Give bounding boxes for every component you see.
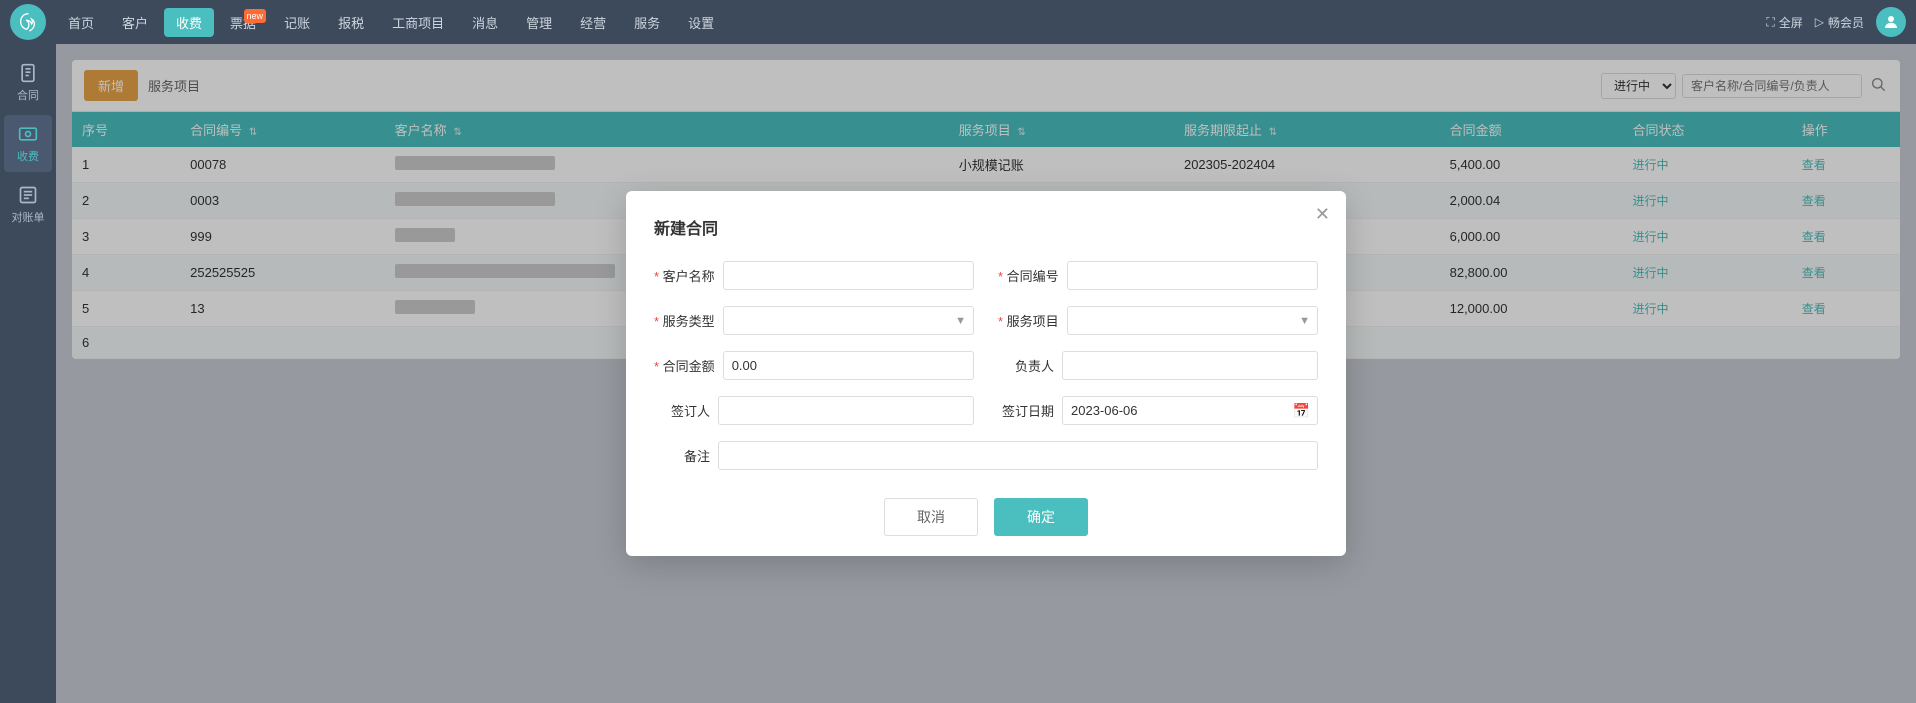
sidebar-item-statement[interactable]: 对账单 (4, 176, 52, 233)
list-icon (17, 184, 39, 206)
main-layout: 合同 收费 对账单 新增 服务项目 进行中 已完成 (0, 44, 1916, 703)
dialog-close-button[interactable]: ✕ (1315, 205, 1330, 223)
nav-business[interactable]: 工商项目 (380, 8, 456, 37)
dialog-overlay: 新建合同 ✕ 客户名称 合同编号 服务类型 (56, 44, 1916, 703)
member-button[interactable]: ▷ 畅会员 (1815, 14, 1864, 31)
form-grid: 客户名称 合同编号 服务类型 ▼ (654, 261, 1318, 470)
money-icon (17, 123, 39, 145)
sign-date-input[interactable] (1062, 396, 1318, 425)
remarks-label: 备注 (654, 446, 710, 465)
nav-tax[interactable]: 报税 (326, 8, 376, 37)
signer-input[interactable] (718, 396, 974, 425)
customer-input[interactable] (723, 261, 974, 290)
contract-no-label: 合同编号 (998, 266, 1059, 285)
service-type-field-row: 服务类型 ▼ (654, 306, 974, 335)
signer-field-row: 签订人 (654, 396, 974, 425)
nav-operation[interactable]: 经营 (568, 8, 618, 37)
contract-no-input[interactable] (1067, 261, 1318, 290)
amount-field-row: 合同金额 (654, 351, 974, 380)
avatar[interactable] (1876, 7, 1906, 37)
dialog-footer: 取消 确定 (654, 498, 1318, 536)
sidebar-label-fee: 收费 (17, 148, 39, 164)
top-nav-right: ⛶ 全屏 ▷ 畅会员 (1766, 7, 1906, 37)
signer-label: 签订人 (654, 401, 710, 420)
sidebar-label-contract: 合同 (17, 87, 39, 103)
fullscreen-icon: ⛶ (1766, 15, 1774, 30)
nav-items: 首页 客户 收费 票据 new 记账 报税 工商项目 消息 管理 经营 服务 设… (56, 8, 1766, 37)
top-navigation: 首页 客户 收费 票据 new 记账 报税 工商项目 消息 管理 经营 服务 设… (0, 0, 1916, 44)
responsible-field-row: 负责人 (998, 351, 1318, 380)
customer-field-row: 客户名称 (654, 261, 974, 290)
file-icon (17, 62, 39, 84)
service-type-select[interactable] (723, 306, 974, 335)
new-badge: new (244, 9, 267, 23)
service-item-select-wrap: ▼ (1067, 306, 1318, 335)
nav-fee[interactable]: 收费 (164, 8, 214, 37)
sign-date-label: 签订日期 (998, 401, 1054, 420)
play-icon: ▷ (1815, 15, 1824, 29)
service-type-select-wrap: ▼ (723, 306, 974, 335)
cancel-button[interactable]: 取消 (884, 498, 978, 536)
contract-no-field-row: 合同编号 (998, 261, 1318, 290)
amount-label: 合同金额 (654, 356, 715, 375)
nav-manage[interactable]: 管理 (514, 8, 564, 37)
amount-input[interactable] (723, 351, 974, 380)
service-item-select[interactable] (1067, 306, 1318, 335)
customer-label: 客户名称 (654, 266, 715, 285)
sidebar-item-contract[interactable]: 合同 (4, 54, 52, 111)
confirm-button[interactable]: 确定 (994, 498, 1088, 536)
responsible-input[interactable] (1062, 351, 1318, 380)
app-logo[interactable] (10, 4, 46, 40)
sidebar: 合同 收费 对账单 (0, 44, 56, 703)
sidebar-label-statement: 对账单 (12, 209, 45, 225)
service-item-label: 服务项目 (998, 311, 1059, 330)
dialog-title: 新建合同 (654, 215, 1318, 239)
fullscreen-label: 全屏 (1779, 14, 1803, 31)
service-item-field-row: 服务项目 ▼ (998, 306, 1318, 335)
nav-settings[interactable]: 设置 (676, 8, 726, 37)
nav-customer[interactable]: 客户 (110, 8, 160, 37)
new-contract-dialog: 新建合同 ✕ 客户名称 合同编号 服务类型 (626, 191, 1346, 556)
fullscreen-button[interactable]: ⛶ 全屏 (1766, 14, 1802, 31)
nav-accounting[interactable]: 记账 (272, 8, 322, 37)
remarks-input[interactable] (718, 441, 1318, 470)
nav-invoice[interactable]: 票据 new (218, 8, 268, 37)
nav-service[interactable]: 服务 (622, 8, 672, 37)
service-type-label: 服务类型 (654, 311, 715, 330)
member-label: 畅会员 (1828, 14, 1864, 31)
nav-message[interactable]: 消息 (460, 8, 510, 37)
sidebar-item-fee[interactable]: 收费 (4, 115, 52, 172)
sign-date-wrap: 📅 (1062, 396, 1318, 425)
sign-date-field-row: 签订日期 📅 (998, 396, 1318, 425)
main-content: 新增 服务项目 进行中 已完成 已终止 (56, 44, 1916, 703)
remarks-field-row: 备注 (654, 441, 1318, 470)
responsible-label: 负责人 (998, 356, 1054, 375)
nav-home[interactable]: 首页 (56, 8, 106, 37)
